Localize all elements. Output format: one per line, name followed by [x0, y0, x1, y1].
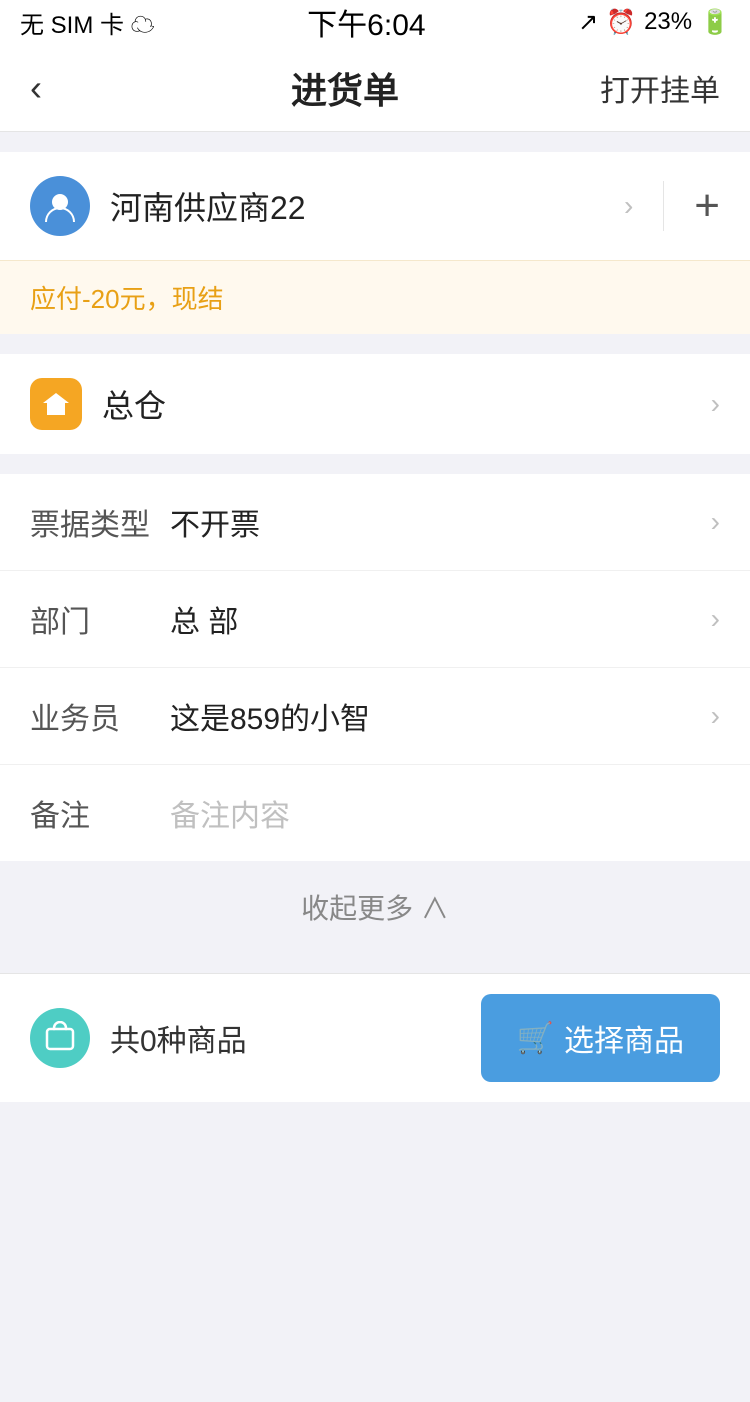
salesperson-row[interactable]: 业务员 这是859的小智 ›	[0, 667, 750, 764]
sim-status: 无 SIM 卡 ☁	[20, 5, 155, 40]
gap-2	[0, 334, 750, 354]
remark-value[interactable]: 备注内容	[170, 791, 720, 835]
department-value: 总 部	[170, 597, 701, 641]
salesperson-label: 业务员	[30, 694, 170, 738]
warehouse-row[interactable]: 总仓 ›	[0, 354, 750, 454]
cart-icon	[43, 1021, 77, 1055]
warehouse-arrow-icon: ›	[711, 388, 720, 420]
salesperson-arrow-icon: ›	[711, 700, 720, 732]
supplier-name: 河南供应商22	[110, 183, 624, 229]
bottom-bar: 共0种商品 🛒 选择商品	[0, 973, 750, 1102]
gap-3	[0, 454, 750, 474]
ticket-type-arrow-icon: ›	[711, 506, 720, 538]
status-time: 下午6:04	[307, 0, 425, 44]
warehouse-section: 总仓 ›	[0, 354, 750, 454]
divider	[663, 181, 664, 231]
collapse-button[interactable]: 收起更多 ∧	[0, 861, 750, 953]
cart-add-icon: 🛒	[517, 1021, 554, 1056]
location-icon: ↗	[578, 8, 598, 37]
supplier-section: 河南供应商22 › + 应付-20元，现结	[0, 152, 750, 334]
status-right: ↗ ⏰ 23% 🔋	[578, 8, 730, 37]
department-row[interactable]: 部门 总 部 ›	[0, 570, 750, 667]
notice-text: 应付-20元，现结	[30, 284, 224, 314]
person-icon	[42, 188, 78, 224]
ticket-type-value: 不开票	[170, 500, 701, 544]
product-count: 共0种商品	[110, 1016, 481, 1060]
status-left: 无 SIM 卡 ☁	[20, 5, 155, 40]
warehouse-icon	[30, 378, 82, 430]
supplier-arrow-icon: ›	[624, 190, 633, 222]
ticket-type-label: 票据类型	[30, 500, 170, 544]
ticket-type-row[interactable]: 票据类型 不开票 ›	[0, 474, 750, 570]
battery-level: 23%	[644, 8, 692, 36]
department-arrow-icon: ›	[711, 603, 720, 635]
back-button[interactable]: ‹	[30, 67, 90, 109]
supplier-avatar	[30, 176, 90, 236]
select-product-button[interactable]: 🛒 选择商品	[481, 994, 720, 1082]
gap-4	[0, 953, 750, 973]
add-supplier-button[interactable]: +	[694, 184, 720, 228]
remark-label: 备注	[30, 791, 170, 835]
house-icon	[41, 389, 71, 419]
nav-bar: ‹ 进货单 打开挂单	[0, 44, 750, 132]
warehouse-name: 总仓	[102, 381, 711, 427]
department-label: 部门	[30, 597, 170, 641]
gap-1	[0, 132, 750, 152]
select-label: 选择商品	[564, 1016, 684, 1060]
status-bar: 无 SIM 卡 ☁ 下午6:04 ↗ ⏰ 23% 🔋	[0, 0, 750, 44]
product-icon	[30, 1008, 90, 1068]
supplier-row[interactable]: 河南供应商22 › +	[0, 152, 750, 260]
page-background	[0, 1102, 750, 1402]
form-section: 票据类型 不开票 › 部门 总 部 › 业务员 这是859的小智 › 备注 备注…	[0, 474, 750, 861]
page-title: 进货单	[291, 62, 399, 114]
battery-icon: 🔋	[700, 8, 730, 37]
remark-row[interactable]: 备注 备注内容	[0, 764, 750, 861]
salesperson-value: 这是859的小智	[170, 694, 701, 738]
open-pending-button[interactable]: 打开挂单	[600, 66, 720, 110]
alarm-icon: ⏰	[606, 8, 636, 37]
notice-banner: 应付-20元，现结	[0, 260, 750, 334]
